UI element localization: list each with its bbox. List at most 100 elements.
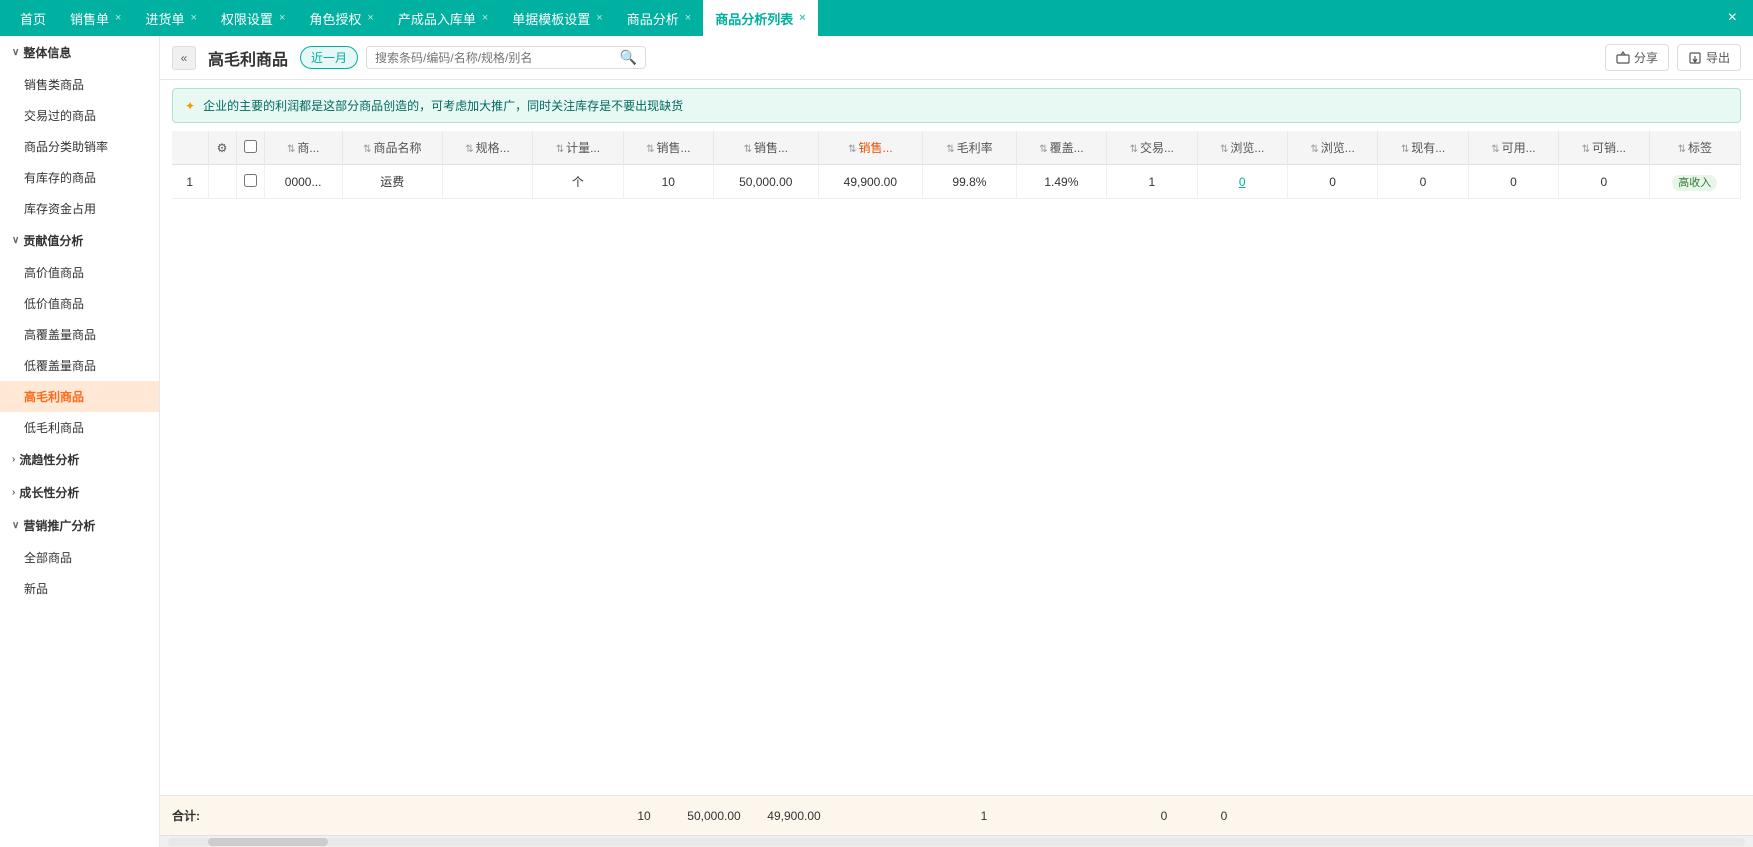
nav-product-entry[interactable]: 产成品入库单 × xyxy=(386,0,500,36)
cell-gross-margin: 99.8% xyxy=(923,165,1017,199)
window-close-button[interactable]: × xyxy=(1720,9,1745,27)
nav-template[interactable]: 单据模板设置 × xyxy=(500,0,614,36)
sidebar-item-stocked-goods[interactable]: 有库存的商品 xyxy=(0,162,159,193)
search-input[interactable] xyxy=(375,51,620,65)
sidebar: ∨ 整体信息 销售类商品 交易过的商品 商品分类助销率 有库存的商品 库存资金占… xyxy=(0,36,160,847)
sidebar-item-low-value[interactable]: 低价值商品 xyxy=(0,288,159,319)
chevron-right-icon: › xyxy=(12,454,15,465)
scrollbar-track xyxy=(168,838,1745,846)
export-icon xyxy=(1688,51,1702,65)
sidebar-item-new-goods[interactable]: 新品 xyxy=(0,573,159,604)
cell-trade-count: 1 xyxy=(1107,165,1197,199)
sidebar-item-high-value[interactable]: 高价值商品 xyxy=(0,257,159,288)
col-sale-qty[interactable]: ⇅销售... xyxy=(623,131,713,165)
cell-sale-profit: 49,900.00 xyxy=(818,165,923,199)
sidebar-item-sales-goods[interactable]: 销售类商品 xyxy=(0,69,159,100)
col-sale-profit[interactable]: ⇅销售... xyxy=(818,131,923,165)
view1-link[interactable]: 0 xyxy=(1239,175,1246,189)
footer-sale-amount: 50,000.00 xyxy=(674,809,754,823)
cell-settings xyxy=(208,165,236,199)
col-available[interactable]: ⇅可用... xyxy=(1468,131,1558,165)
cell-tag: 高收入 xyxy=(1649,165,1740,199)
info-banner: ✦ 企业的主要的利润都是这部分商品创造的，可考虑加大推广，同时关注库存是不要出现… xyxy=(172,88,1741,123)
col-view1[interactable]: ⇅浏览... xyxy=(1197,131,1287,165)
content-header: « 高毛利商品 近一月 🔍 分享 xyxy=(160,36,1753,80)
col-id[interactable]: ⇅商... xyxy=(264,131,342,165)
status-badge: 高收入 xyxy=(1672,175,1717,191)
share-button[interactable]: 分享 xyxy=(1605,44,1669,71)
footer-totals: 合计: 10 50,000.00 49,900.00 1 0 0 xyxy=(160,795,1753,835)
col-sale-amount[interactable]: ⇅销售... xyxy=(714,131,819,165)
close-icon[interactable]: × xyxy=(482,12,488,24)
chevron-right-icon: › xyxy=(12,487,15,498)
chevron-down-icon: ∨ xyxy=(12,235,19,246)
search-icon[interactable]: 🔍 xyxy=(620,49,637,66)
col-tag[interactable]: ⇅标签 xyxy=(1649,131,1740,165)
select-all-checkbox[interactable] xyxy=(244,140,257,153)
close-icon[interactable]: × xyxy=(115,12,121,24)
col-no xyxy=(172,131,208,165)
col-gross-margin[interactable]: ⇅毛利率 xyxy=(923,131,1017,165)
close-icon[interactable]: × xyxy=(190,12,196,24)
nav-purchase[interactable]: 进货单 × xyxy=(133,0,208,36)
cell-spec xyxy=(442,165,532,199)
col-unit[interactable]: ⇅计量... xyxy=(533,131,623,165)
sidebar-group-marketing[interactable]: ∨ 营销推广分析 xyxy=(0,509,159,542)
sidebar-item-all-goods[interactable]: 全部商品 xyxy=(0,542,159,573)
table-header-row: ⚙ ⇅商... ⇅商品名称 ⇅规格... ⇅计量... ⇅销售... ⇅销售..… xyxy=(172,131,1741,165)
cell-available: 0 xyxy=(1468,165,1558,199)
table-container: ⚙ ⇅商... ⇅商品名称 ⇅规格... ⇅计量... ⇅销售... ⇅销售..… xyxy=(160,131,1753,795)
col-settings[interactable]: ⚙ xyxy=(208,131,236,165)
col-spec[interactable]: ⇅规格... xyxy=(442,131,532,165)
col-coverage[interactable]: ⇅覆盖... xyxy=(1016,131,1106,165)
filter-recent-month-button[interactable]: 近一月 xyxy=(300,46,358,69)
cell-id: 0000... xyxy=(264,165,342,199)
nav-product-analysis[interactable]: 商品分析 × xyxy=(615,0,703,36)
close-icon[interactable]: × xyxy=(685,12,691,24)
content-area: « 高毛利商品 近一月 🔍 分享 xyxy=(160,36,1753,847)
nav-home[interactable]: 首页 xyxy=(8,0,58,36)
nav-role[interactable]: 角色授权 × xyxy=(297,0,385,36)
sidebar-item-low-margin[interactable]: 低毛利商品 xyxy=(0,412,159,443)
sidebar-item-category-rate[interactable]: 商品分类助销率 xyxy=(0,131,159,162)
main-layout: ∨ 整体信息 销售类商品 交易过的商品 商品分类助销率 有库存的商品 库存资金占… xyxy=(0,36,1753,847)
nav-permission[interactable]: 权限设置 × xyxy=(209,0,297,36)
row-checkbox[interactable] xyxy=(244,174,257,187)
sidebar-group-contribution[interactable]: ∨ 贡献值分析 xyxy=(0,224,159,257)
close-icon[interactable]: × xyxy=(279,12,285,24)
total-label: 合计: xyxy=(172,807,252,824)
cell-sale-amount: 50,000.00 xyxy=(714,165,819,199)
sidebar-item-high-margin[interactable]: 高毛利商品 xyxy=(0,381,159,412)
sidebar-item-traded-goods[interactable]: 交易过的商品 xyxy=(0,100,159,131)
nav-sales[interactable]: 销售单 × xyxy=(58,0,133,36)
cell-unit: 个 xyxy=(533,165,623,199)
sidebar-group-overall[interactable]: ∨ 整体信息 xyxy=(0,36,159,69)
close-icon[interactable]: × xyxy=(367,12,373,24)
scrollbar-thumb[interactable] xyxy=(208,838,328,846)
sidebar-item-high-coverage[interactable]: 高覆盖量商品 xyxy=(0,319,159,350)
sidebar-group-trend[interactable]: › 流趋性分析 xyxy=(0,443,159,476)
col-saleable[interactable]: ⇅可销... xyxy=(1559,131,1649,165)
chevron-down-icon: ∨ xyxy=(12,47,19,58)
collapse-sidebar-button[interactable]: « xyxy=(172,46,196,70)
col-trade-count[interactable]: ⇅交易... xyxy=(1107,131,1197,165)
col-name[interactable]: ⇅商品名称 xyxy=(342,131,442,165)
col-view2[interactable]: ⇅浏览... xyxy=(1287,131,1377,165)
top-navigation: 首页 销售单 × 进货单 × 权限设置 × 角色授权 × 产成品入库单 × 单据… xyxy=(0,0,1753,36)
export-button[interactable]: 导出 xyxy=(1677,44,1741,71)
nav-product-analysis-list[interactable]: 商品分析列表 × xyxy=(703,0,817,36)
cell-sale-qty: 10 xyxy=(623,165,713,199)
cell-current-stock: 0 xyxy=(1378,165,1468,199)
horizontal-scrollbar[interactable] xyxy=(160,835,1753,847)
close-icon[interactable]: × xyxy=(596,12,602,24)
sidebar-group-growth[interactable]: › 成长性分析 xyxy=(0,476,159,509)
page-title: 高毛利商品 xyxy=(208,46,288,70)
footer-sale-qty: 10 xyxy=(614,809,674,823)
cell-view1[interactable]: 0 xyxy=(1197,165,1287,199)
col-current-stock[interactable]: ⇅现有... xyxy=(1378,131,1468,165)
close-icon[interactable]: × xyxy=(799,12,805,24)
footer-sale-profit: 49,900.00 xyxy=(754,809,834,823)
sidebar-item-low-coverage[interactable]: 低覆盖量商品 xyxy=(0,350,159,381)
footer-available: 0 xyxy=(1194,809,1254,823)
sidebar-item-stock-fund[interactable]: 库存资金占用 xyxy=(0,193,159,224)
